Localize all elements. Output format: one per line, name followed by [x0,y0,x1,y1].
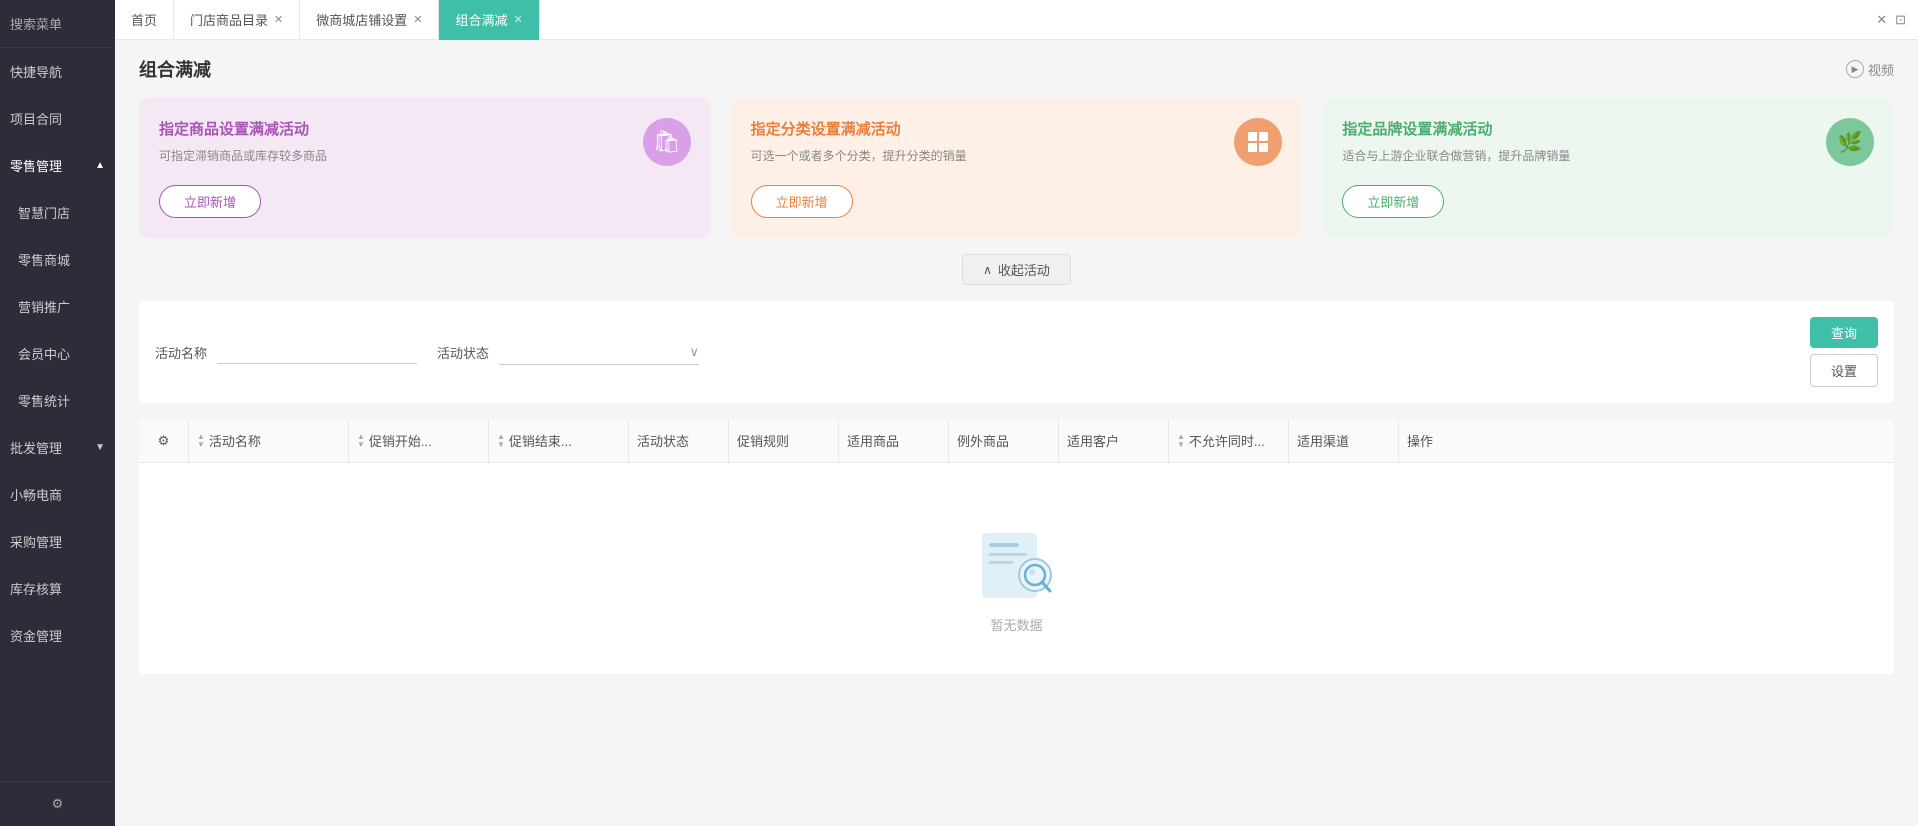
th-gear[interactable]: ⚙ [139,419,189,462]
page-content: 组合满减 ▶ 视频 🛍 指定商品设置满减活动 可指定滞销商品或库存较多商品 立即… [115,40,1918,826]
table-container: ⚙ ▲▼ 活动名称 ▲▼ 促销开始... ▲▼ 促销结束... 活动状态 [139,419,1894,674]
tab-combo-discount[interactable]: 组合满减 ✕ [439,0,539,40]
sort-icon[interactable]: ▲▼ [1177,433,1185,449]
sort-icon[interactable]: ▲▼ [357,433,365,449]
collapse-button[interactable]: ∧ 收起活动 [962,254,1071,285]
card-category-desc: 可选一个或者多个分类，提升分类的销量 [751,147,1283,165]
query-button[interactable]: 查询 [1810,317,1878,348]
sidebar: 搜索菜单 快捷导航 项目合同 零售管理 ▲ 智慧门店 零售商城 营销推广 会员中… [0,0,115,826]
chevron-up-icon: ∧ [983,263,992,277]
activity-status-label: 活动状态 [437,343,489,362]
chevron-up-icon: ▲ [95,160,105,171]
th-action: 操作 [1399,419,1894,462]
th-applicable-goods: 适用商品 [839,419,949,462]
th-exception-goods: 例外商品 [949,419,1059,462]
th-applicable-customer: 适用客户 [1059,419,1169,462]
th-not-allow: ▲▼ 不允许同时... [1169,419,1289,462]
chevron-down-icon: ∨ [690,344,700,360]
sidebar-item-finance[interactable]: 资金管理 [0,612,115,659]
th-activity-name: ▲▼ 活动名称 [189,419,349,462]
sidebar-item-shortcuts[interactable]: 快捷导航 [0,48,115,95]
search-actions: 查询 设置 [1810,317,1878,387]
card-brand-add-button[interactable]: 立即新增 [1342,185,1444,218]
gear-icon: ⚙ [52,796,64,812]
th-promo-rule: 促销规则 [729,419,839,462]
card-brand-desc: 适合与上游企业联合做营销，提升品牌销量 [1342,147,1874,165]
sidebar-search[interactable]: 搜索菜单 [0,0,115,48]
empty-state: 暂无数据 [139,463,1894,674]
card-brand-icon: 🌿 [1826,118,1874,166]
card-product-add-button[interactable]: 立即新增 [159,185,261,218]
activity-name-input[interactable] [217,340,417,364]
collapse-bar: ∧ 收起活动 [139,254,1894,285]
activity-name-field: 活动名称 [155,340,417,364]
card-brand-title: 指定品牌设置满减活动 [1342,118,1874,139]
card-brand: 🌿 指定品牌设置满减活动 适合与上游企业联合做营销，提升品牌销量 立即新增 [1322,98,1894,238]
tab-wechat-store[interactable]: 微商城店铺设置 ✕ [300,0,439,40]
card-category-add-button[interactable]: 立即新增 [751,185,853,218]
sidebar-item-retail[interactable]: 零售管理 ▲ [0,142,115,189]
sidebar-item-smart-store[interactable]: 智慧门店 [0,189,115,236]
card-product: 🛍 指定商品设置满减活动 可指定滞销商品或库存较多商品 立即新增 [139,98,711,238]
card-category-icon [1234,118,1282,166]
card-product-desc: 可指定滞销商品或库存较多商品 [159,147,691,165]
video-link[interactable]: ▶ 视频 [1846,60,1894,79]
tab-home[interactable]: 首页 [115,0,174,40]
sidebar-item-ecommerce[interactable]: 小畅电商 [0,471,115,518]
sort-icon[interactable]: ▲▼ [497,433,505,449]
maximize-window-icon[interactable]: ⊡ [1895,12,1906,28]
window-controls: ✕ ⊡ [1864,12,1918,28]
sidebar-item-inventory[interactable]: 库存核算 [0,565,115,612]
chevron-down-icon: ▼ [95,442,105,453]
empty-illustration [967,523,1067,603]
activity-status-field: 活动状态 ∨ [437,340,699,365]
card-category: 指定分类设置满减活动 可选一个或者多个分类，提升分类的销量 立即新增 [731,98,1303,238]
th-activity-status: 活动状态 [629,419,729,462]
sidebar-item-retail-mall[interactable]: 零售商城 [0,236,115,283]
sidebar-item-contracts[interactable]: 项目合同 [0,95,115,142]
close-icon[interactable]: ✕ [274,13,283,26]
close-icon[interactable]: ✕ [514,13,523,26]
close-window-icon[interactable]: ✕ [1876,12,1887,28]
empty-text: 暂无数据 [990,615,1042,634]
activity-status-select[interactable]: ∨ [499,340,699,365]
page-header: 组合满减 ▶ 视频 [139,56,1894,82]
cards-section: 🛍 指定商品设置满减活动 可指定滞销商品或库存较多商品 立即新增 指定分类设置满… [139,98,1894,238]
sidebar-settings[interactable]: ⚙ [0,781,115,826]
page-title: 组合满减 [139,56,211,82]
sort-icon[interactable]: ▲▼ [197,433,205,449]
table-header: ⚙ ▲▼ 活动名称 ▲▼ 促销开始... ▲▼ 促销结束... 活动状态 [139,419,1894,463]
play-icon: ▶ [1846,60,1864,78]
tab-bar: 首页 门店商品目录 ✕ 微商城店铺设置 ✕ 组合满减 ✕ ✕ ⊡ [115,0,1918,40]
th-promo-start: ▲▼ 促销开始... [349,419,489,462]
sidebar-item-retail-stats[interactable]: 零售统计 [0,377,115,424]
th-promo-end: ▲▼ 促销结束... [489,419,629,462]
card-category-title: 指定分类设置满减活动 [751,118,1283,139]
gear-icon: ⚙ [158,433,170,449]
card-product-title: 指定商品设置满减活动 [159,118,691,139]
activity-name-label: 活动名称 [155,343,207,362]
th-applicable-channel: 适用渠道 [1289,419,1399,462]
sidebar-item-marketing[interactable]: 营销推广 [0,283,115,330]
close-icon[interactable]: ✕ [413,13,422,26]
setting-button[interactable]: 设置 [1810,354,1878,387]
sidebar-item-member[interactable]: 会员中心 [0,330,115,377]
sidebar-item-wholesale[interactable]: 批发管理 ▼ [0,424,115,471]
tab-store-catalog[interactable]: 门店商品目录 ✕ [174,0,300,40]
sidebar-item-purchase[interactable]: 采购管理 [0,518,115,565]
card-product-icon: 🛍 [643,118,691,166]
search-bar: 活动名称 活动状态 ∨ 查询 设置 [139,301,1894,403]
main-content: 首页 门店商品目录 ✕ 微商城店铺设置 ✕ 组合满减 ✕ ✕ ⊡ 组合满减 ▶ … [115,0,1918,826]
